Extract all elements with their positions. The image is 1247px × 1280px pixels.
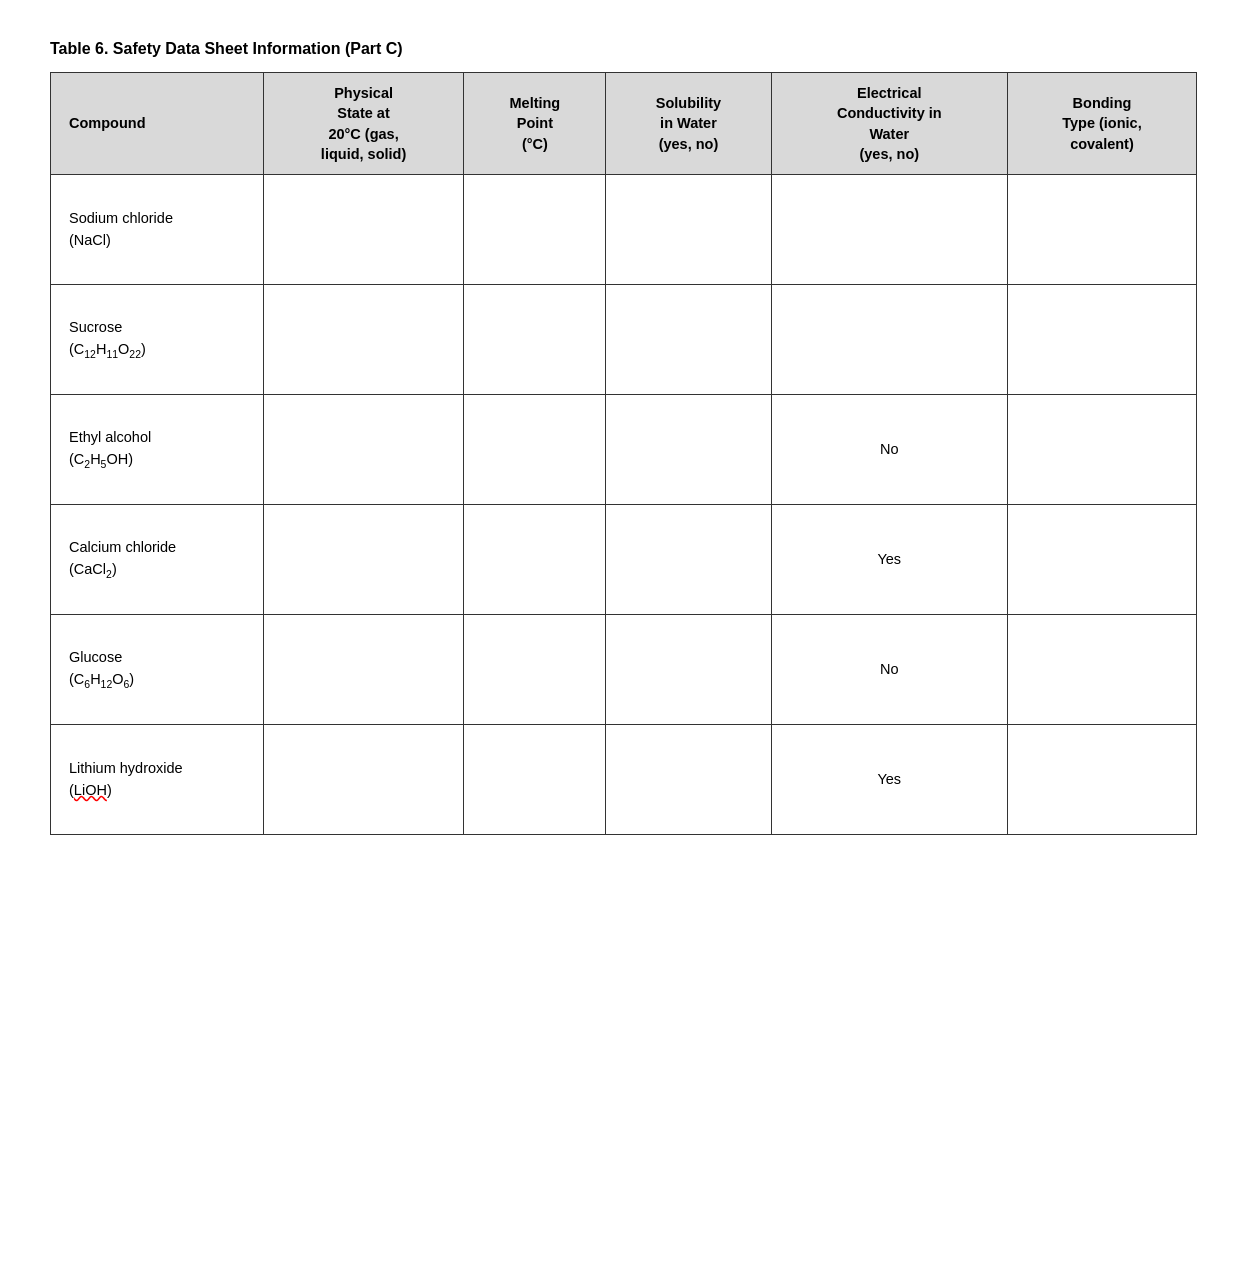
data-table: Compound PhysicalState at20°C (gas,liqui…	[50, 72, 1197, 835]
cell-electrical-2: No	[771, 395, 1007, 505]
cell-electrical-0	[771, 175, 1007, 285]
table-row: Calcium chloride(CaCl2) Yes	[51, 505, 1197, 615]
cell-electrical-4: No	[771, 615, 1007, 725]
cell-solubility-2	[606, 395, 771, 505]
cell-bonding-2	[1007, 395, 1196, 505]
cell-bonding-4	[1007, 615, 1196, 725]
page-title: Table 6. Safety Data Sheet Information (…	[50, 40, 1197, 58]
cell-bonding-3	[1007, 505, 1196, 615]
cell-melting-2	[464, 395, 606, 505]
cell-compound-3: Calcium chloride(CaCl2)	[51, 505, 264, 615]
cell-physical-5	[263, 725, 464, 835]
cell-physical-0	[263, 175, 464, 285]
cell-melting-4	[464, 615, 606, 725]
cell-melting-0	[464, 175, 606, 285]
table-header-row: Compound PhysicalState at20°C (gas,liqui…	[51, 73, 1197, 175]
cell-physical-1	[263, 285, 464, 395]
cell-bonding-1	[1007, 285, 1196, 395]
cell-melting-1	[464, 285, 606, 395]
cell-electrical-1	[771, 285, 1007, 395]
table-row: Lithium hydroxide(LiOH) Yes	[51, 725, 1197, 835]
header-physical: PhysicalState at20°C (gas,liquid, solid)	[263, 73, 464, 175]
cell-compound-4: Glucose(C6H12O6)	[51, 615, 264, 725]
cell-electrical-3: Yes	[771, 505, 1007, 615]
table-row: Sucrose(C12H11O22)	[51, 285, 1197, 395]
cell-compound-2: Ethyl alcohol(C2H5OH)	[51, 395, 264, 505]
cell-solubility-4	[606, 615, 771, 725]
cell-solubility-5	[606, 725, 771, 835]
cell-compound-5: Lithium hydroxide(LiOH)	[51, 725, 264, 835]
table-row: Glucose(C6H12O6) No	[51, 615, 1197, 725]
cell-compound-0: Sodium chloride(NaCl)	[51, 175, 264, 285]
cell-melting-5	[464, 725, 606, 835]
cell-physical-4	[263, 615, 464, 725]
header-electrical: ElectricalConductivity inWater(yes, no)	[771, 73, 1007, 175]
cell-solubility-0	[606, 175, 771, 285]
cell-physical-2	[263, 395, 464, 505]
table-row: Ethyl alcohol(C2H5OH) No	[51, 395, 1197, 505]
cell-compound-1: Sucrose(C12H11O22)	[51, 285, 264, 395]
cell-solubility-1	[606, 285, 771, 395]
cell-bonding-5	[1007, 725, 1196, 835]
cell-melting-3	[464, 505, 606, 615]
cell-solubility-3	[606, 505, 771, 615]
cell-bonding-0	[1007, 175, 1196, 285]
header-bonding: BondingType (ionic,covalent)	[1007, 73, 1196, 175]
cell-physical-3	[263, 505, 464, 615]
header-compound: Compound	[51, 73, 264, 175]
cell-electrical-5: Yes	[771, 725, 1007, 835]
header-melting: MeltingPoint(°C)	[464, 73, 606, 175]
header-solubility: Solubilityin Water(yes, no)	[606, 73, 771, 175]
table-row: Sodium chloride(NaCl)	[51, 175, 1197, 285]
